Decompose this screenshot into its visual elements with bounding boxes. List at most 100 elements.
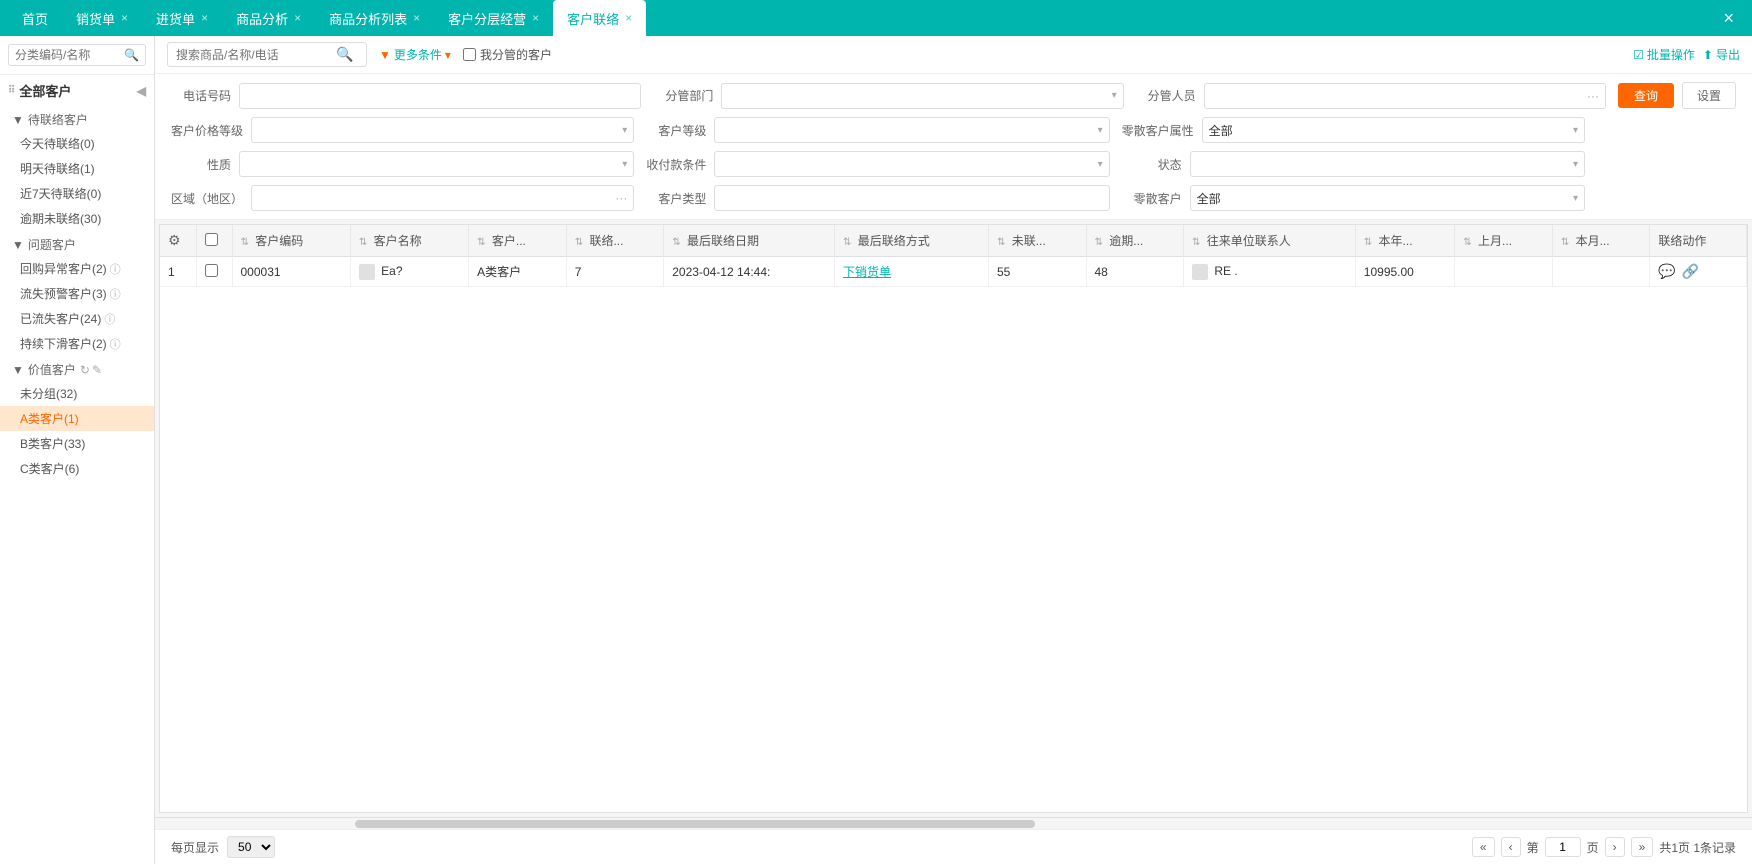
sidebar-item-overdue[interactable]: 逾期未联络(30) [0, 206, 154, 231]
gear-icon[interactable]: ⚙ [168, 232, 181, 248]
nature-select[interactable]: ▾ [239, 151, 634, 177]
sidebar-item-ungroup[interactable]: 未分组(32) [0, 381, 154, 406]
close-all-tabs[interactable]: × [1713, 8, 1744, 29]
sort-icon-contact[interactable]: ⇅ [575, 237, 583, 248]
sort-icon-lmonth[interactable]: ⇅ [1463, 237, 1471, 248]
sidebar-item-repurchase[interactable]: 回购异常客户(2) ⓘ [0, 256, 154, 281]
nav-sales[interactable]: 销货单 × [62, 0, 142, 36]
horizontal-scrollbar[interactable] [155, 817, 1752, 829]
nav-customer-contact[interactable]: 客户联络 × [553, 0, 646, 36]
chat-icon[interactable]: 💬 [1658, 263, 1675, 280]
settings-btn[interactable]: 设置 [1682, 82, 1736, 109]
export-icon: ⬆ [1703, 48, 1713, 62]
retail-select[interactable]: 全部 ▾ [1190, 185, 1585, 211]
filter-search-box[interactable]: 🔍 [167, 42, 367, 67]
sidebar-item-class-b[interactable]: B类客户(33) [0, 431, 154, 456]
row-last-method[interactable]: 下销货单 [835, 257, 989, 287]
sort-icon-date[interactable]: ⇅ [672, 237, 680, 248]
scrollbar-thumb[interactable] [355, 820, 1035, 828]
select-all-checkbox[interactable] [205, 233, 218, 246]
edit-icon[interactable]: ✎ [92, 363, 102, 377]
dept-select[interactable]: ▾ [721, 83, 1123, 109]
sidebar-item-churned[interactable]: 已流失客户(24) ⓘ [0, 306, 154, 331]
customer-type-select[interactable] [714, 185, 1109, 211]
nav-goods-analysis-close[interactable]: × [294, 11, 301, 25]
row-checkbox[interactable] [205, 264, 218, 277]
batch-operation-btn[interactable]: ☑ 批量操作 [1633, 46, 1695, 63]
link-icon[interactable]: 🔗 [1682, 263, 1699, 280]
sort-icon-name[interactable]: ⇅ [359, 237, 367, 248]
last-page-btn[interactable]: » [1631, 837, 1654, 857]
price-level-select[interactable]: ▾ [251, 117, 634, 143]
help-icon-1[interactable]: ⓘ [110, 261, 121, 277]
phone-input[interactable] [239, 83, 641, 109]
problem-customers-group[interactable]: ▼ 问题客户 [0, 231, 154, 256]
sidebar-item-tomorrow[interactable]: 明天待联络(1) [0, 156, 154, 181]
sort-icon-overdue[interactable]: ⇅ [1095, 237, 1103, 248]
collapse-icon[interactable]: ◀ [137, 84, 146, 98]
help-icon-2[interactable]: ⓘ [110, 286, 121, 302]
person-select[interactable]: ··· [1204, 83, 1606, 109]
sort-icon-month[interactable]: ⇅ [1561, 237, 1569, 248]
sort-icon-type[interactable]: ⇅ [477, 237, 485, 248]
next-page-btn[interactable]: › [1605, 837, 1625, 857]
sort-icon-method[interactable]: ⇅ [843, 237, 851, 248]
nav-goods-analysis-list[interactable]: 商品分析列表 × [315, 0, 434, 36]
help-icon-4[interactable]: ⓘ [110, 336, 121, 352]
last-method-link[interactable]: 下销货单 [843, 265, 891, 279]
payment-select[interactable]: ▾ [714, 151, 1109, 177]
value-customers-group[interactable]: ▼ 价值客户 ↻ ✎ [0, 356, 154, 381]
all-customers-header[interactable]: ⠿ 全部客户 ◀ [0, 75, 154, 106]
prev-page-btn[interactable]: ‹ [1501, 837, 1521, 857]
page-number-input[interactable] [1545, 837, 1581, 857]
sort-icon-person[interactable]: ⇅ [1192, 237, 1200, 248]
sidebar-item-class-a[interactable]: A类客户(1) [0, 406, 154, 431]
sort-icon-uncontact[interactable]: ⇅ [997, 237, 1005, 248]
advanced-filter: 电话号码 分管部门 ▾ 分管人员 ··· [155, 74, 1752, 220]
sidebar-item-class-c[interactable]: C类客户(6) [0, 456, 154, 481]
help-icon-3[interactable]: ⓘ [104, 311, 115, 327]
export-btn[interactable]: ⬆ 导出 [1703, 46, 1740, 63]
sidebar-search-icon[interactable]: 🔍 [124, 48, 139, 62]
table-header-row: ⚙ ⇅ 客户编码 ⇅ 客户名称 [160, 225, 1747, 257]
nav-customer-tier-close[interactable]: × [532, 11, 539, 25]
nav-customer-tier[interactable]: 客户分层经营 × [434, 0, 553, 36]
more-conditions-btn[interactable]: ▼ 更多条件 ▾ [379, 46, 451, 63]
sidebar-item-declining[interactable]: 持续下滑客户(2) ⓘ [0, 331, 154, 356]
pending-contact-group[interactable]: ▼ 待联络客户 [0, 106, 154, 131]
page-size-select[interactable]: 50 [227, 836, 275, 858]
status-chevron-icon: ▾ [1573, 159, 1578, 170]
sidebar-item-churn-warning[interactable]: 流失预警客户(3) ⓘ [0, 281, 154, 306]
nav-goods-analysis[interactable]: 商品分析 × [222, 0, 315, 36]
row-checkbox-cell[interactable] [196, 257, 232, 287]
nav-home[interactable]: 首页 [8, 0, 62, 36]
filter-search-icon[interactable]: 🔍 [336, 46, 353, 63]
th-customer-type: ⇅ 客户... [469, 225, 567, 257]
tomorrow-contact-label: 明天待联络(1) [20, 160, 95, 177]
sort-icon-code[interactable]: ⇅ [241, 237, 249, 248]
first-page-btn[interactable]: « [1472, 837, 1495, 857]
nav-sales-close[interactable]: × [121, 11, 128, 25]
sidebar-item-7days[interactable]: 近7天待联络(0) [0, 181, 154, 206]
refresh-icon[interactable]: ↻ [80, 363, 90, 377]
customer-level-select[interactable]: ▾ [714, 117, 1109, 143]
th-contact-count: ⇅ 联络... [566, 225, 664, 257]
nav-customer-contact-close[interactable]: × [625, 11, 632, 25]
my-customers-checkbox[interactable] [463, 48, 476, 61]
status-select[interactable]: ▾ [1190, 151, 1585, 177]
price-level-chevron-icon: ▾ [622, 125, 627, 136]
query-btn[interactable]: 查询 [1618, 83, 1674, 108]
sidebar-item-today[interactable]: 今天待联络(0) [0, 131, 154, 156]
col-contact-label: 联络... [589, 234, 623, 248]
nav-purchase-close[interactable]: × [201, 11, 208, 25]
region-select[interactable]: ··· [251, 185, 634, 211]
pagination-right: « ‹ 第 页 › » 共1页 1条记录 [1472, 837, 1736, 857]
nav-purchase[interactable]: 进货单 × [142, 0, 222, 36]
nav-goods-analysis-list-close[interactable]: × [413, 11, 420, 25]
th-checkbox[interactable] [196, 225, 232, 257]
filter-search-input[interactable] [176, 48, 336, 62]
problem-customers-label: 问题客户 [28, 236, 76, 253]
sort-icon-year[interactable]: ⇅ [1364, 237, 1372, 248]
th-gear[interactable]: ⚙ [160, 225, 196, 257]
retail-attr-select[interactable]: 全部 ▾ [1202, 117, 1585, 143]
